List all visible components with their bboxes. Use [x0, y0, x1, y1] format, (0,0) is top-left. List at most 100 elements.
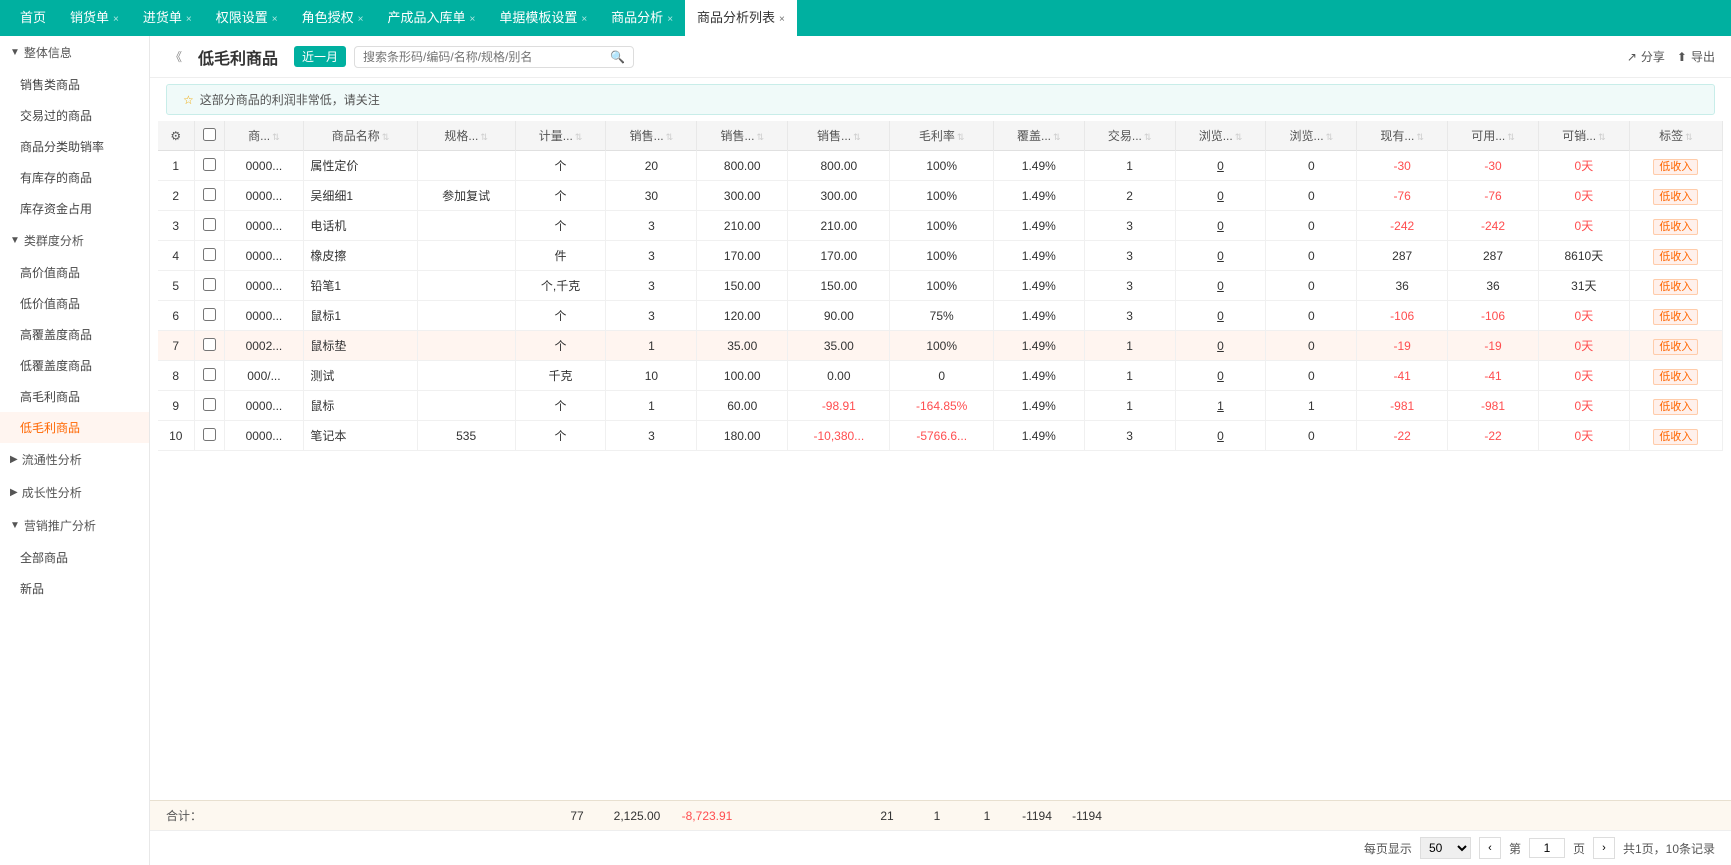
row-checkbox-8[interactable] — [203, 398, 216, 411]
row-sales-qty-6: 1 — [606, 331, 697, 361]
sidebar-item-sales-products[interactable]: 销售类商品 — [0, 69, 149, 100]
share-button[interactable]: ↗ 分享 — [1627, 48, 1665, 65]
row-view1-4[interactable]: 0 — [1175, 271, 1266, 301]
col-name[interactable]: 商品名称⇅ — [304, 121, 417, 151]
sidebar-group-cluster[interactable]: ▼ 类群度分析 — [0, 224, 149, 257]
col-tag[interactable]: 标签⇅ — [1629, 121, 1722, 151]
sidebar-item-category-rate[interactable]: 商品分类助销率 — [0, 131, 149, 162]
col-sales-profit[interactable]: 销售...⇅ — [788, 121, 890, 151]
sidebar-item-low-coverage[interactable]: 低覆盖度商品 — [0, 350, 149, 381]
row-check-8[interactable] — [194, 391, 224, 421]
sidebar-item-traded-products[interactable]: 交易过的商品 — [0, 100, 149, 131]
nav-template-settings[interactable]: 单据模板设置× — [487, 0, 599, 36]
row-checkbox-7[interactable] — [203, 368, 216, 381]
row-check-9[interactable] — [194, 421, 224, 451]
sidebar-group-overall[interactable]: ▼ 整体信息 — [0, 36, 149, 69]
row-checkbox-1[interactable] — [203, 188, 216, 201]
sidebar-item-new-products[interactable]: 新品 — [0, 573, 149, 604]
sidebar-group-circulation[interactable]: ▶ 流通性分析 — [0, 443, 149, 476]
sidebar-item-low-margin[interactable]: 低毛利商品 — [0, 412, 149, 443]
per-page-select[interactable]: 20 50 100 — [1420, 837, 1471, 859]
col-current-stock[interactable]: 现有...⇅ — [1357, 121, 1448, 151]
row-checkbox-3[interactable] — [203, 248, 216, 261]
row-checkbox-9[interactable] — [203, 428, 216, 441]
row-view1-9[interactable]: 0 — [1175, 421, 1266, 451]
nav-product-analysis[interactable]: 商品分析× — [599, 0, 685, 36]
row-check-4[interactable] — [194, 271, 224, 301]
col-coverage[interactable]: 覆盖...⇅ — [993, 121, 1084, 151]
col-gross-margin[interactable]: 毛利率⇅ — [890, 121, 993, 151]
row-check-6[interactable] — [194, 331, 224, 361]
row-sales-amt-9: 180.00 — [697, 421, 788, 451]
col-settings[interactable]: ⚙ — [158, 121, 194, 151]
nav-sales-order[interactable]: 销货单× — [58, 0, 131, 36]
search-input[interactable] — [363, 50, 610, 64]
row-check-1[interactable] — [194, 181, 224, 211]
row-view1-2[interactable]: 0 — [1175, 211, 1266, 241]
row-view1-3[interactable]: 0 — [1175, 241, 1266, 271]
search-icon[interactable]: 🔍 — [610, 50, 625, 64]
row-check-7[interactable] — [194, 361, 224, 391]
col-code[interactable]: 商...⇅ — [224, 121, 304, 151]
col-unit[interactable]: 计量...⇅ — [515, 121, 606, 151]
row-trade-count-9: 3 — [1084, 421, 1175, 451]
sidebar-item-in-stock[interactable]: 有库存的商品 — [0, 162, 149, 193]
nav-product-analysis-list[interactable]: 商品分析列表× — [685, 0, 797, 36]
row-check-5[interactable] — [194, 301, 224, 331]
row-current-stock-4: 36 — [1357, 271, 1448, 301]
col-trade-count[interactable]: 交易...⇅ — [1084, 121, 1175, 151]
select-all-checkbox[interactable] — [203, 128, 216, 141]
col-spec[interactable]: 规格...⇅ — [417, 121, 515, 151]
row-view1-7[interactable]: 0 — [1175, 361, 1266, 391]
col-sellable-days[interactable]: 可销...⇅ — [1538, 121, 1629, 151]
col-view1[interactable]: 浏览...⇅ — [1175, 121, 1266, 151]
prev-page-button[interactable]: ‹ — [1479, 837, 1501, 859]
row-checkbox-2[interactable] — [203, 218, 216, 231]
row-checkbox-4[interactable] — [203, 278, 216, 291]
row-spec-5 — [417, 301, 515, 331]
sidebar-item-low-value[interactable]: 低价值商品 — [0, 288, 149, 319]
sidebar-group-marketing[interactable]: ▼ 营销推广分析 — [0, 509, 149, 542]
row-no-4: 5 — [158, 271, 194, 301]
col-sales-amt[interactable]: 销售...⇅ — [697, 121, 788, 151]
row-checkbox-6[interactable] — [203, 338, 216, 351]
row-view1-5[interactable]: 0 — [1175, 301, 1266, 331]
next-page-button[interactable]: › — [1593, 837, 1615, 859]
col-view2[interactable]: 浏览...⇅ — [1266, 121, 1357, 151]
footer-view1: 1 — [912, 809, 962, 823]
sidebar-item-high-margin[interactable]: 高毛利商品 — [0, 381, 149, 412]
sidebar-item-all-products[interactable]: 全部商品 — [0, 542, 149, 573]
row-view1-8[interactable]: 1 — [1175, 391, 1266, 421]
export-button[interactable]: ⬆ 导出 — [1677, 48, 1715, 65]
share-label: 分享 — [1641, 48, 1665, 65]
row-checkbox-5[interactable] — [203, 308, 216, 321]
row-name-9: 笔记本 — [304, 421, 417, 451]
nav-role-auth[interactable]: 角色授权× — [290, 0, 376, 36]
search-box[interactable]: 🔍 — [354, 46, 634, 68]
collapse-sidebar-button[interactable]: 《 — [166, 44, 186, 69]
row-tag-8: 低收入 — [1629, 391, 1722, 421]
row-checkbox-0[interactable] — [203, 158, 216, 171]
row-check-0[interactable] — [194, 151, 224, 181]
row-view1-0[interactable]: 0 — [1175, 151, 1266, 181]
sidebar-item-capital[interactable]: 库存资金占用 — [0, 193, 149, 224]
sidebar-group-growth[interactable]: ▶ 成长性分析 — [0, 476, 149, 509]
row-sales-amt-4: 150.00 — [697, 271, 788, 301]
col-available-stock[interactable]: 可用...⇅ — [1448, 121, 1539, 151]
nav-purchase-order[interactable]: 进货单× — [131, 0, 204, 36]
col-sales-qty[interactable]: 销售...⇅ — [606, 121, 697, 151]
row-view1-1[interactable]: 0 — [1175, 181, 1266, 211]
row-unit-3: 件 — [515, 241, 606, 271]
row-check-3[interactable] — [194, 241, 224, 271]
nav-home[interactable]: 首页 — [8, 0, 58, 36]
row-check-2[interactable] — [194, 211, 224, 241]
nav-product-inbound[interactable]: 产成品入库单× — [375, 0, 487, 36]
page-number-input[interactable] — [1529, 838, 1565, 858]
row-current-stock-9: -22 — [1357, 421, 1448, 451]
row-code-9: 0000... — [224, 421, 304, 451]
row-view1-6[interactable]: 0 — [1175, 331, 1266, 361]
sidebar-item-high-coverage[interactable]: 高覆盖度商品 — [0, 319, 149, 350]
sidebar-item-high-value[interactable]: 高价值商品 — [0, 257, 149, 288]
nav-permission-settings[interactable]: 权限设置× — [204, 0, 290, 36]
time-filter-button[interactable]: 近一月 — [294, 46, 346, 67]
